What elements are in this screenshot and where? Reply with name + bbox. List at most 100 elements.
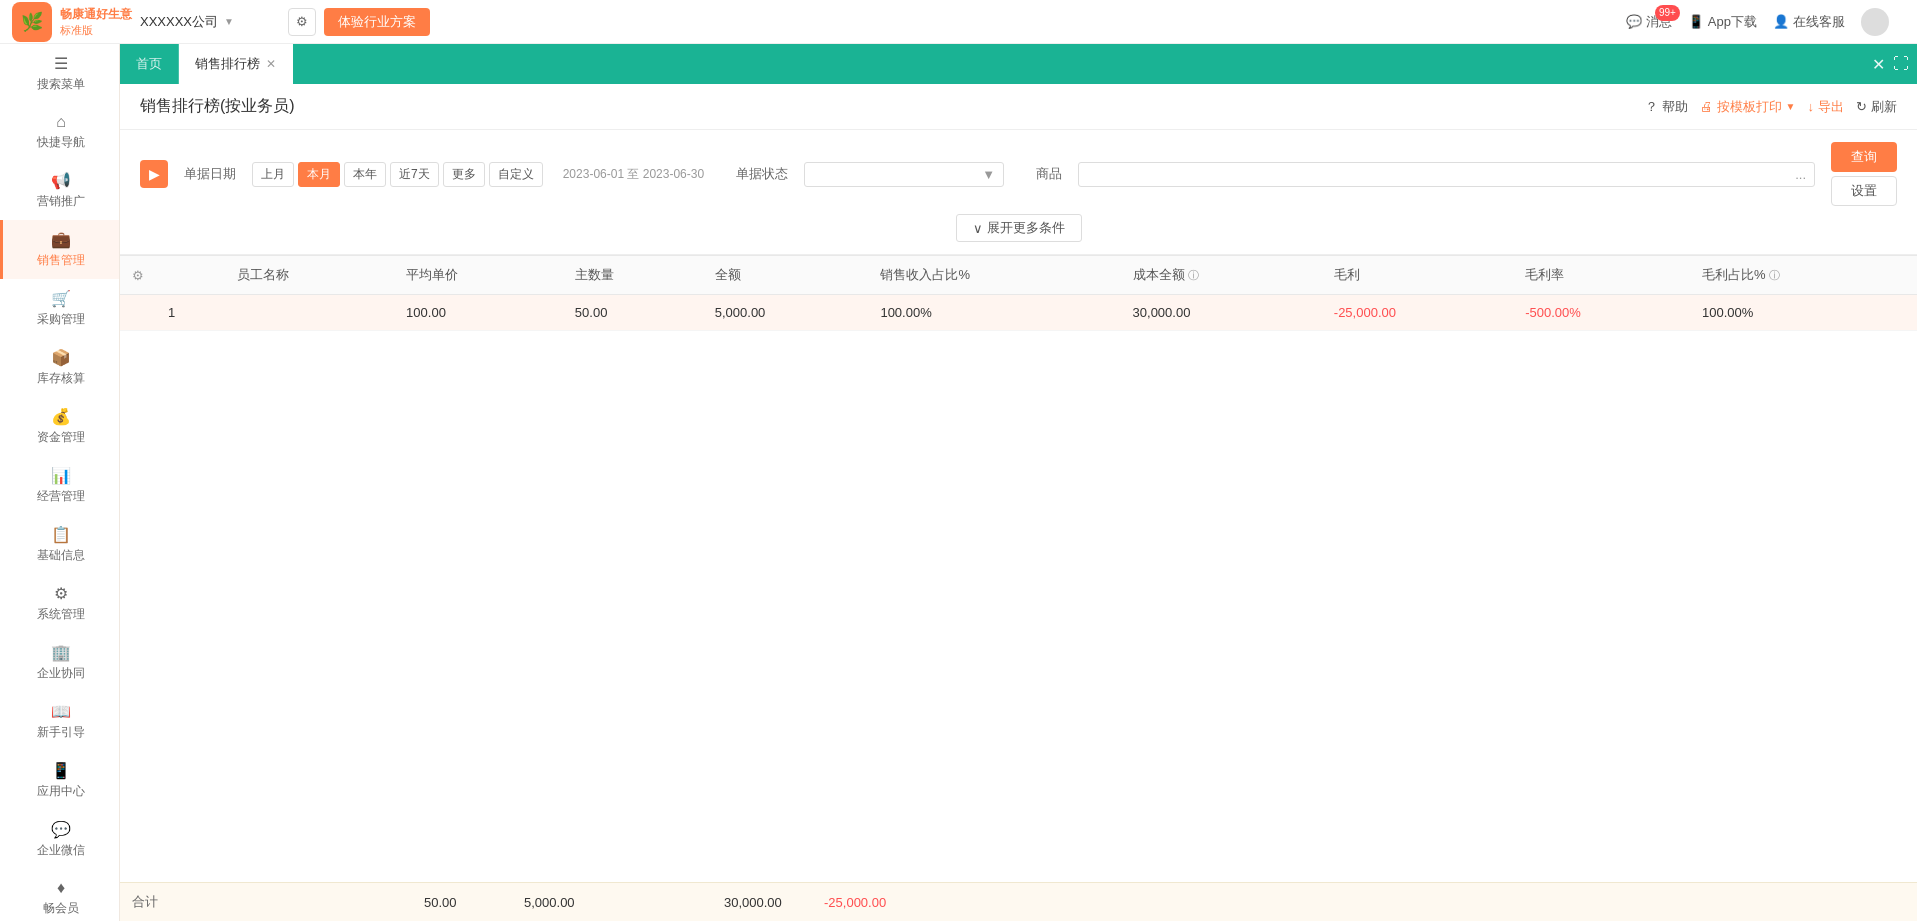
finance-icon: 💰 xyxy=(51,407,71,426)
page-actions: ？ 帮助 🖨 按模板打印 ▼ ↓ 导出 ↻ 刷新 xyxy=(1645,98,1897,116)
sidebar-item-enterprise[interactable]: 🏢 企业协同 xyxy=(0,633,119,692)
purchase-icon: 🛒 xyxy=(51,289,71,308)
sidebar-item-label: 企业微信 xyxy=(37,842,85,859)
sidebar-item-quick-nav[interactable]: ⌂ 快捷导航 xyxy=(0,103,119,161)
app-icon: 📱 xyxy=(1688,14,1704,29)
footer-label: 合计 xyxy=(132,893,212,911)
avatar[interactable] xyxy=(1861,8,1889,36)
more-btn[interactable]: 更多 xyxy=(443,162,485,187)
row-sales-pct: 100.00% xyxy=(868,295,1120,331)
settings-button[interactable]: 设置 xyxy=(1831,176,1897,206)
print-label: 按模板打印 xyxy=(1717,98,1782,116)
col-name: 员工名称 xyxy=(225,256,394,295)
page-content: 销售排行榜(按业务员) ？ 帮助 🖨 按模板打印 ▼ ↓ 导出 xyxy=(120,84,1917,921)
page-header: 销售排行榜(按业务员) ？ 帮助 🖨 按模板打印 ▼ ↓ 导出 xyxy=(120,84,1917,130)
main-layout: ☰ 搜索菜单 ⌂ 快捷导航 📢 营销推广 💼 销售管理 🛒 采购管理 📦 库存核… xyxy=(0,44,1917,921)
trial-button[interactable]: 体验行业方案 xyxy=(324,8,430,36)
app-label: App下载 xyxy=(1708,13,1757,31)
sidebar-item-inventory[interactable]: 📦 库存核算 xyxy=(0,338,119,397)
status-select[interactable]: ▼ xyxy=(804,162,1004,187)
row-avg-price: 100.00 xyxy=(394,295,563,331)
sidebar-item-label: 应用中心 xyxy=(37,783,85,800)
prev-month-btn[interactable]: 上月 xyxy=(252,162,294,187)
sidebar-item-finance[interactable]: 💰 资金管理 xyxy=(0,397,119,456)
tab-home[interactable]: 首页 xyxy=(120,44,179,84)
table-row: 1 100.00 50.00 5,000.00 100.00% 30,000.0… xyxy=(120,295,1917,331)
online-service-button[interactable]: 👤 在线客服 xyxy=(1773,13,1845,31)
query-button[interactable]: 查询 xyxy=(1831,142,1897,172)
sidebar-item-purchase[interactable]: 🛒 采购管理 xyxy=(0,279,119,338)
help-label: 帮助 xyxy=(1662,98,1688,116)
sidebar-item-marketing[interactable]: 📢 营销推广 xyxy=(0,161,119,220)
refresh-button[interactable]: ↻ 刷新 xyxy=(1856,98,1897,116)
export-label: 导出 xyxy=(1818,98,1844,116)
print-button[interactable]: 🖨 按模板打印 ▼ xyxy=(1700,98,1796,116)
wechat-icon: 💬 xyxy=(51,820,71,839)
sidebar-item-label: 企业协同 xyxy=(37,665,85,682)
page-title: 销售排行榜(按业务员) xyxy=(140,96,295,117)
sidebar-item-label: 新手引导 xyxy=(37,724,85,741)
filter-expand-arrow[interactable]: ▶ xyxy=(140,160,168,188)
cost-info-icon[interactable]: ⓘ xyxy=(1188,269,1199,281)
tab-sales-ranking[interactable]: 销售排行榜 ✕ xyxy=(179,44,293,84)
sidebar-item-label: 经营管理 xyxy=(37,488,85,505)
guide-icon: 📖 xyxy=(51,702,71,721)
table-header-row: ⚙ 员工名称 平均单价 主数量 全额 销售收入占比% 成本全额 ⓘ xyxy=(120,256,1917,295)
sidebar-item-label: 基础信息 xyxy=(37,547,85,564)
app-download-button[interactable]: 📱 App下载 xyxy=(1688,13,1757,31)
row-cost: 30,000.00 xyxy=(1121,295,1322,331)
settings-icon[interactable]: ⚙ xyxy=(288,8,316,36)
tab-close-icon[interactable]: ✕ xyxy=(266,57,276,71)
arrow-icon: ▶ xyxy=(149,166,160,182)
sidebar-item-member[interactable]: ♦ 畅会员 xyxy=(0,869,119,921)
tab-maximize-icon[interactable]: ⛶ xyxy=(1893,55,1909,73)
goods-select[interactable]: ... xyxy=(1078,162,1815,187)
row-gross-rate: -500.00% xyxy=(1513,295,1690,331)
col-avg-price: 平均单价 xyxy=(394,256,563,295)
sidebar-item-label: 系统管理 xyxy=(37,606,85,623)
col-gross-pct: 毛利占比% ⓘ xyxy=(1690,256,1917,295)
row-settings-cell xyxy=(120,295,156,331)
sidebar-item-sales[interactable]: 💼 销售管理 xyxy=(0,220,119,279)
curr-year-btn[interactable]: 本年 xyxy=(344,162,386,187)
service-icon: 👤 xyxy=(1773,14,1789,29)
sidebar-item-guide[interactable]: 📖 新手引导 xyxy=(0,692,119,751)
message-button[interactable]: 💬 消息 99+ xyxy=(1626,13,1672,31)
chevron-down-icon: ▼ xyxy=(224,16,234,27)
expand-more-btn[interactable]: ∨ 展开更多条件 xyxy=(956,214,1082,242)
table-wrapper: ⚙ 员工名称 平均单价 主数量 全额 销售收入占比% 成本全额 ⓘ xyxy=(120,255,1917,882)
tab-close-window-icon[interactable]: ✕ xyxy=(1872,55,1885,74)
logo-title: 畅康通好生意 xyxy=(60,6,132,23)
sidebar: ☰ 搜索菜单 ⌂ 快捷导航 📢 营销推广 💼 销售管理 🛒 采购管理 📦 库存核… xyxy=(0,44,120,921)
member-icon: ♦ xyxy=(57,879,65,897)
enterprise-icon: 🏢 xyxy=(51,643,71,662)
message-icon: 💬 xyxy=(1626,14,1642,29)
col-settings: ⚙ xyxy=(120,256,156,295)
sidebar-item-basic-info[interactable]: 📋 基础信息 xyxy=(0,515,119,574)
sidebar-item-label: 快捷导航 xyxy=(37,134,85,151)
marketing-icon: 📢 xyxy=(51,171,71,190)
sidebar-item-wechat[interactable]: 💬 企业微信 xyxy=(0,810,119,869)
last7days-btn[interactable]: 近7天 xyxy=(390,162,439,187)
date-btn-group: 上月 本月 本年 近7天 更多 自定义 xyxy=(252,162,543,187)
column-settings-icon[interactable]: ⚙ xyxy=(132,268,144,283)
export-button[interactable]: ↓ 导出 xyxy=(1808,98,1845,116)
logo-subtitle: 标准版 xyxy=(60,23,132,38)
row-index: 1 xyxy=(156,295,225,331)
company-selector[interactable]: XXXXXX公司 ▼ xyxy=(140,13,280,31)
footer-quantity: 50.00 xyxy=(412,895,512,910)
row-quantity: 50.00 xyxy=(563,295,703,331)
curr-month-btn[interactable]: 本月 xyxy=(298,162,340,187)
custom-btn[interactable]: 自定义 xyxy=(489,162,543,187)
help-button[interactable]: ？ 帮助 xyxy=(1645,98,1688,116)
expand-label: 展开更多条件 xyxy=(987,219,1065,237)
sidebar-item-operations[interactable]: 📊 经营管理 xyxy=(0,456,119,515)
sidebar-item-search-orders[interactable]: ☰ 搜索菜单 xyxy=(0,44,119,103)
sidebar-item-app-center[interactable]: 📱 应用中心 xyxy=(0,751,119,810)
filter-actions: 查询 设置 xyxy=(1831,142,1897,206)
expand-row: ∨ 展开更多条件 xyxy=(140,214,1897,242)
search-orders-icon: ☰ xyxy=(54,54,68,73)
gross-pct-info-icon[interactable]: ⓘ xyxy=(1769,269,1780,281)
sidebar-item-label: 营销推广 xyxy=(37,193,85,210)
sidebar-item-system[interactable]: ⚙ 系统管理 xyxy=(0,574,119,633)
